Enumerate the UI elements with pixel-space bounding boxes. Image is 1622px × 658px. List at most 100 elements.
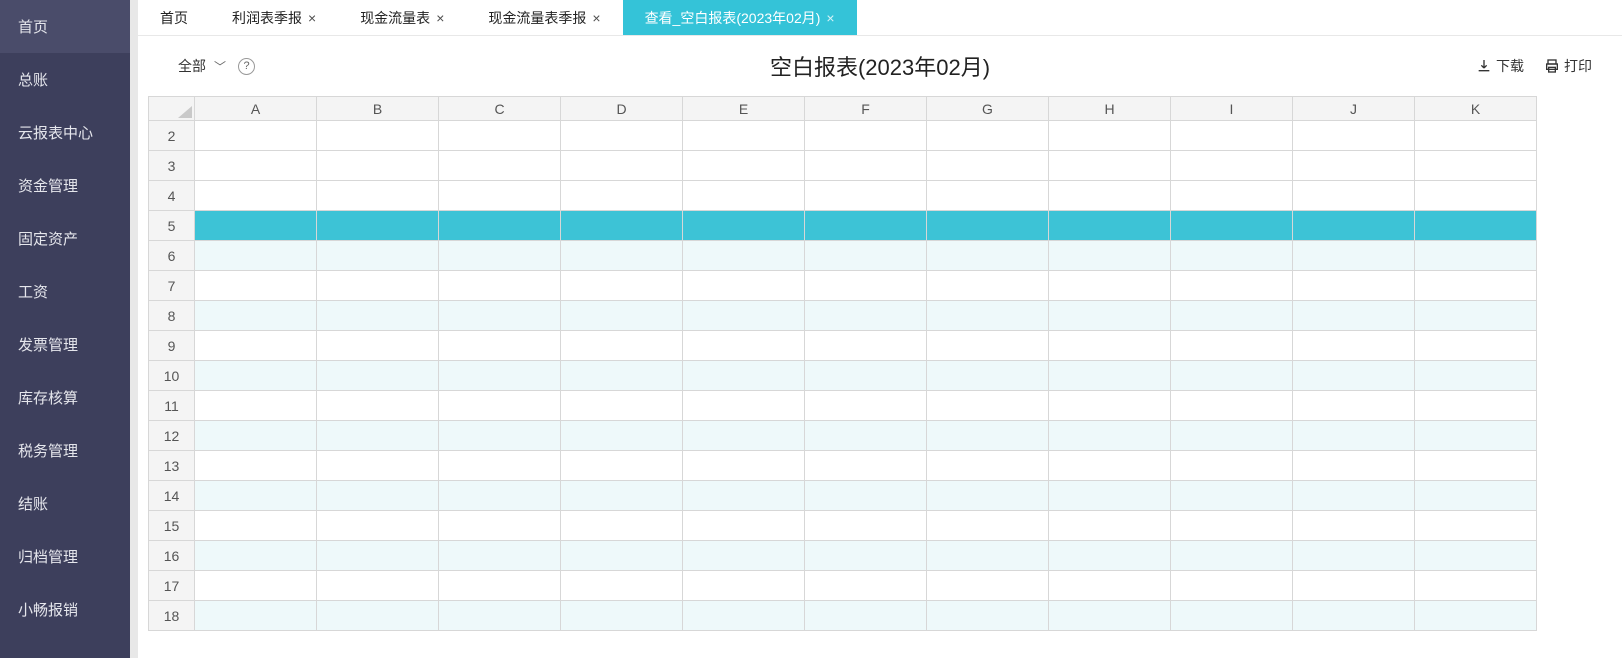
cell-G5[interactable] [927,211,1049,241]
cell-F17[interactable] [805,571,927,601]
cell-D3[interactable] [561,151,683,181]
row-header-16[interactable]: 16 [149,541,195,571]
cell-C18[interactable] [439,601,561,631]
cell-E15[interactable] [683,511,805,541]
cell-H13[interactable] [1049,451,1171,481]
cell-D18[interactable] [561,601,683,631]
cell-F12[interactable] [805,421,927,451]
select-all-cell[interactable] [149,97,195,121]
cell-E8[interactable] [683,301,805,331]
cell-F2[interactable] [805,121,927,151]
cell-A18[interactable] [195,601,317,631]
cell-K4[interactable] [1415,181,1537,211]
col-header-D[interactable]: D [561,97,683,121]
cell-H8[interactable] [1049,301,1171,331]
cell-A4[interactable] [195,181,317,211]
row-header-13[interactable]: 13 [149,451,195,481]
cell-J2[interactable] [1293,121,1415,151]
cell-B8[interactable] [317,301,439,331]
cell-F6[interactable] [805,241,927,271]
cell-I11[interactable] [1171,391,1293,421]
col-header-C[interactable]: C [439,97,561,121]
cell-H4[interactable] [1049,181,1171,211]
cell-K3[interactable] [1415,151,1537,181]
cell-H9[interactable] [1049,331,1171,361]
tab-1[interactable]: 利润表季报× [210,0,338,35]
sidebar-item-5[interactable]: 工资 [0,265,130,318]
cell-D16[interactable] [561,541,683,571]
row-header-9[interactable]: 9 [149,331,195,361]
cell-F9[interactable] [805,331,927,361]
cell-A17[interactable] [195,571,317,601]
col-header-E[interactable]: E [683,97,805,121]
cell-J7[interactable] [1293,271,1415,301]
cell-B11[interactable] [317,391,439,421]
spreadsheet[interactable]: ABCDEFGHIJK23456789101112131415161718 [148,96,1622,658]
cell-G16[interactable] [927,541,1049,571]
tab-2[interactable]: 现金流量表× [338,0,466,35]
print-button[interactable]: 打印 [1544,56,1592,76]
row-header-7[interactable]: 7 [149,271,195,301]
cell-D13[interactable] [561,451,683,481]
cell-H17[interactable] [1049,571,1171,601]
cell-E5[interactable] [683,211,805,241]
col-header-A[interactable]: A [195,97,317,121]
cell-G3[interactable] [927,151,1049,181]
sidebar-item-1[interactable]: 总账 [0,53,130,106]
cell-I10[interactable] [1171,361,1293,391]
cell-D15[interactable] [561,511,683,541]
cell-G2[interactable] [927,121,1049,151]
cell-A15[interactable] [195,511,317,541]
cell-J13[interactable] [1293,451,1415,481]
sidebar-item-8[interactable]: 税务管理 [0,424,130,477]
cell-E14[interactable] [683,481,805,511]
close-icon[interactable]: × [436,11,444,25]
cell-D10[interactable] [561,361,683,391]
cell-G6[interactable] [927,241,1049,271]
cell-K8[interactable] [1415,301,1537,331]
cell-C10[interactable] [439,361,561,391]
row-header-5[interactable]: 5 [149,211,195,241]
cell-E18[interactable] [683,601,805,631]
cell-J3[interactable] [1293,151,1415,181]
cell-J10[interactable] [1293,361,1415,391]
cell-G8[interactable] [927,301,1049,331]
cell-A13[interactable] [195,451,317,481]
cell-K18[interactable] [1415,601,1537,631]
cell-E17[interactable] [683,571,805,601]
cell-E16[interactable] [683,541,805,571]
cell-K15[interactable] [1415,511,1537,541]
cell-C9[interactable] [439,331,561,361]
cell-D12[interactable] [561,421,683,451]
cell-B17[interactable] [317,571,439,601]
cell-E10[interactable] [683,361,805,391]
cell-A10[interactable] [195,361,317,391]
cell-G17[interactable] [927,571,1049,601]
cell-B10[interactable] [317,361,439,391]
sidebar-item-7[interactable]: 库存核算 [0,371,130,424]
cell-B18[interactable] [317,601,439,631]
cell-H6[interactable] [1049,241,1171,271]
cell-E2[interactable] [683,121,805,151]
sidebar-item-10[interactable]: 归档管理 [0,530,130,583]
cell-C6[interactable] [439,241,561,271]
tab-3[interactable]: 现金流量表季报× [466,0,622,35]
cell-I14[interactable] [1171,481,1293,511]
sidebar-item-3[interactable]: 资金管理 [0,159,130,212]
cell-I12[interactable] [1171,421,1293,451]
cell-B5[interactable] [317,211,439,241]
cell-K14[interactable] [1415,481,1537,511]
cell-K13[interactable] [1415,451,1537,481]
col-header-I[interactable]: I [1171,97,1293,121]
cell-J11[interactable] [1293,391,1415,421]
cell-J16[interactable] [1293,541,1415,571]
sidebar-item-2[interactable]: 云报表中心 [0,106,130,159]
cell-B4[interactable] [317,181,439,211]
cell-J15[interactable] [1293,511,1415,541]
close-icon[interactable]: × [592,11,600,25]
cell-I6[interactable] [1171,241,1293,271]
row-header-15[interactable]: 15 [149,511,195,541]
cell-F3[interactable] [805,151,927,181]
cell-A7[interactable] [195,271,317,301]
col-header-F[interactable]: F [805,97,927,121]
